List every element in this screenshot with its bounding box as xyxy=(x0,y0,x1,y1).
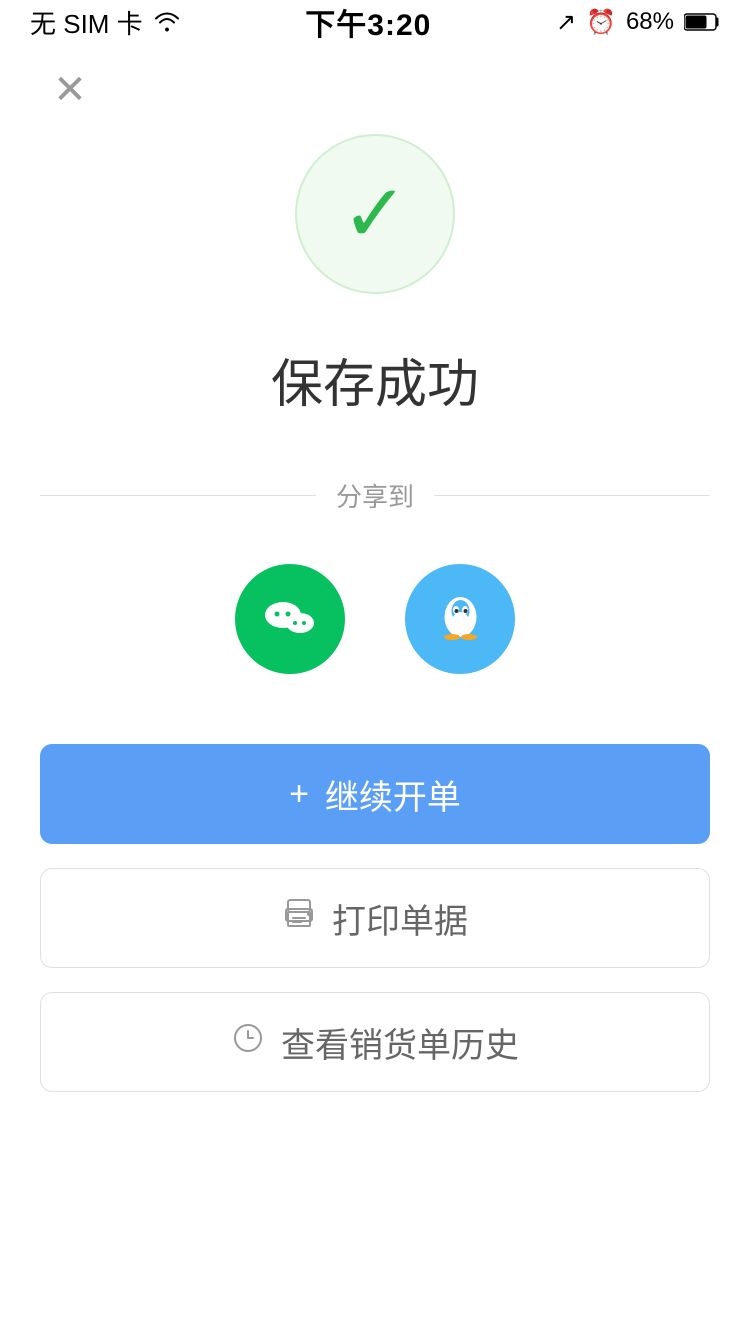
action-buttons: + 继续开单 打印单据 xyxy=(0,744,750,1092)
qq-share-button[interactable] xyxy=(405,564,515,674)
qq-icon xyxy=(428,587,493,652)
continue-order-label: 继续开单 xyxy=(325,770,461,819)
success-title: 保存成功 xyxy=(271,342,479,417)
share-label: 分享到 xyxy=(336,477,414,514)
checkmark-icon: ✓ xyxy=(341,174,408,254)
wechat-icon xyxy=(258,587,323,652)
main-content: ✓ 保存成功 分享到 xyxy=(0,44,750,1092)
success-indicator: ✓ xyxy=(295,134,455,294)
history-label: 查看销货单历史 xyxy=(281,1018,519,1067)
share-section: 分享到 xyxy=(0,477,750,744)
close-button[interactable]: ✕ xyxy=(40,60,100,120)
close-icon: ✕ xyxy=(53,70,87,110)
alarm-icon: ⏰ xyxy=(586,8,616,37)
sim-label: 无 SIM 卡 xyxy=(30,4,143,41)
wifi-icon xyxy=(153,12,181,32)
print-button[interactable]: 打印单据 xyxy=(40,868,710,968)
history-icon xyxy=(231,1021,265,1064)
continue-order-button[interactable]: + 继续开单 xyxy=(40,744,710,844)
status-bar: 无 SIM 卡 下午3:20 ↗ ⏰ 68% xyxy=(0,0,750,44)
battery-label: 68% xyxy=(626,8,674,36)
printer-icon xyxy=(282,897,316,940)
status-left: 无 SIM 卡 xyxy=(30,4,181,41)
view-history-button[interactable]: 查看销货单历史 xyxy=(40,992,710,1092)
battery-icon xyxy=(684,13,720,31)
status-right: ↗ ⏰ 68% xyxy=(556,8,720,37)
wechat-share-button[interactable] xyxy=(235,564,345,674)
plus-icon: + xyxy=(289,775,309,814)
share-divider: 分享到 xyxy=(40,477,710,514)
status-time: 下午3:20 xyxy=(305,0,431,44)
share-icons xyxy=(40,564,710,674)
location-icon: ↗ xyxy=(556,8,576,37)
print-label: 打印单据 xyxy=(332,894,468,943)
